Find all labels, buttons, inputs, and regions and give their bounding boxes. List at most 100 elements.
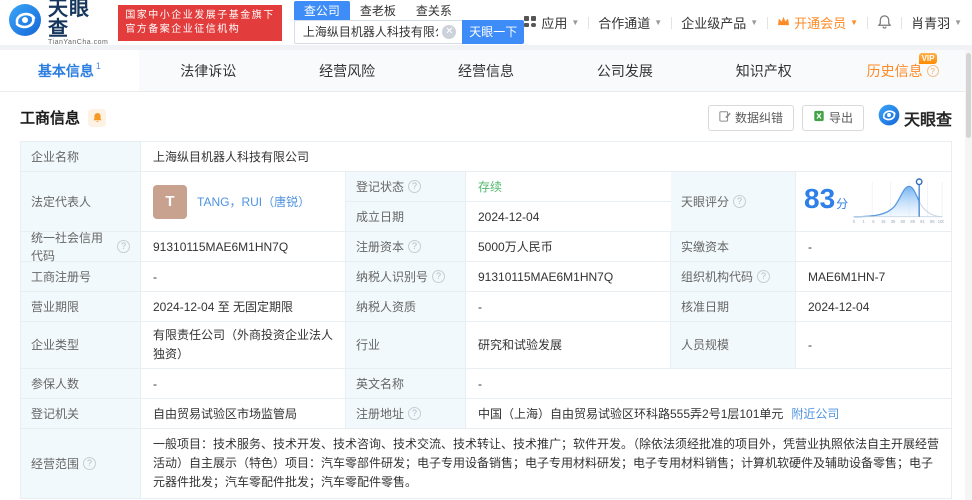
tab-legal-proceedings[interactable]: 法律诉讼 xyxy=(139,50,278,91)
section-header: 工商信息 数据纠错 导出 xyxy=(20,104,952,131)
legal-rep-link[interactable]: TANG，RUI（唐锐） xyxy=(197,193,310,211)
search-tab-company[interactable]: 查公司 xyxy=(294,1,350,20)
scrollbar-thumb[interactable] xyxy=(966,53,971,138)
question-icon[interactable]: ? xyxy=(757,270,770,283)
logo-text: 天眼查 TianYanCha.com xyxy=(48,0,108,46)
taxpayer-id-label: 纳税人识别号 xyxy=(356,268,428,286)
score-distribution-chart: 0 1 5 15 35 60 80 91 99 100 xyxy=(852,175,944,229)
tianyancha-logo[interactable]: 天眼查 TianYanCha.com xyxy=(8,0,108,46)
vip-badge: VIP xyxy=(919,53,938,64)
nav-apps[interactable]: 应用 ▼ xyxy=(524,13,579,32)
question-icon[interactable]: ? xyxy=(117,240,130,253)
reg-address-label-cell: 注册地址 ? xyxy=(346,399,466,428)
divider xyxy=(767,17,768,29)
search-button[interactable]: 天眼一下 xyxy=(462,20,524,44)
score-label-cell: 天眼评分 ? xyxy=(671,172,796,231)
table-row: 法定代表人 T TANG，RUI（唐锐） 登记状态 ? 存续 成立日期 xyxy=(21,172,951,232)
grid-icon xyxy=(524,15,537,31)
credit-code-label-cell: 统一社会信用代码 ? xyxy=(21,232,141,261)
org-code-value: MAE6M1HN-7 xyxy=(796,262,951,291)
tab-operating-info[interactable]: 经营信息 xyxy=(417,50,556,91)
logo-domain: TianYanCha.com xyxy=(48,39,108,46)
logo-title: 天眼查 xyxy=(48,0,108,39)
tab-ip-label: 知识产权 xyxy=(736,61,792,81)
svg-text:35: 35 xyxy=(891,219,896,224)
credit-code-label: 统一社会信用代码 xyxy=(31,229,113,265)
chevron-down-icon: ▼ xyxy=(654,18,662,27)
question-icon[interactable]: ? xyxy=(733,195,746,208)
tab-basic-info[interactable]: 基本信息 1 xyxy=(0,50,139,91)
company-tabs: 基本信息 1 法律诉讼 经营风险 经营信息 公司发展 知识产权 VIP 历史信息… xyxy=(0,50,972,92)
nav-enterprise-products[interactable]: 企业级产品 ▼ xyxy=(681,13,758,32)
company-name-label: 企业名称 xyxy=(21,142,141,171)
status-date-stack: 登记状态 ? 存续 成立日期 2024-12-04 xyxy=(346,172,671,231)
svg-text:1: 1 xyxy=(863,219,866,224)
reg-address-cell: 中国（上海）自由贸易试验区环科路555弄2号1层101单元 附近公司 xyxy=(466,399,951,428)
table-row: 登记机关 自由贸易试验区市场监管局 注册地址 ? 中国（上海）自由贸易试验区环科… xyxy=(21,399,951,429)
tianyancha-logo-icon xyxy=(8,3,42,42)
tab-basic-count: 1 xyxy=(96,61,101,71)
reg-status-value: 存续 xyxy=(466,172,671,201)
export-button[interactable]: 导出 xyxy=(802,105,864,131)
certification-badge: 国家中小企业发展子基金旗下 官方备案企业征信机构 xyxy=(118,5,282,41)
score-value-wrap: 83分 xyxy=(804,184,848,219)
table-row: 统一社会信用代码 ? 91310115MAE6M1HN7Q 注册资本 ? 500… xyxy=(21,232,951,262)
export-label: 导出 xyxy=(829,109,853,126)
top-header: 天眼查 TianYanCha.com 国家中小企业发展子基金旗下 官方备案企业征… xyxy=(0,0,972,45)
nav-open-membership[interactable]: 开通会员 ▼ xyxy=(777,13,858,32)
chevron-down-icon: ▼ xyxy=(750,18,758,27)
avatar[interactable]: T xyxy=(153,185,187,219)
search-tab-relation[interactable]: 查关系 xyxy=(406,1,462,20)
divider xyxy=(901,17,902,29)
question-icon[interactable]: ? xyxy=(408,180,421,193)
edit-icon xyxy=(719,110,731,125)
help-icon[interactable]: ? xyxy=(927,65,939,77)
data-correction-button[interactable]: 数据纠错 xyxy=(708,105,794,131)
search-tabs: 查公司 查老板 查关系 xyxy=(294,2,525,20)
username-label: 肖青羽 xyxy=(911,13,950,32)
business-info-table: 企业名称 上海纵目机器人科技有限公司 法定代表人 T TANG，RUI（唐锐） … xyxy=(20,141,952,499)
subscribe-bell-icon[interactable] xyxy=(88,109,106,127)
user-menu[interactable]: 肖青羽 ▼ xyxy=(911,13,962,32)
search-input[interactable] xyxy=(294,20,463,44)
nav-partner-label: 合作通道 xyxy=(598,13,650,32)
tab-company-development[interactable]: 公司发展 xyxy=(555,50,694,91)
question-icon[interactable]: ? xyxy=(83,457,96,470)
establish-date-value: 2024-12-04 xyxy=(466,202,671,231)
tab-intellectual-property[interactable]: 知识产权 xyxy=(694,50,833,91)
industry-label: 行业 xyxy=(346,322,466,368)
reg-address-label: 注册地址 xyxy=(356,405,404,423)
business-scope-label-cell: 经营范围 ? xyxy=(21,429,141,498)
reg-number-value: - xyxy=(141,262,346,291)
certification-badge-line2: 官方备案企业征信机构 xyxy=(125,23,275,37)
approval-date-value: 2024-12-04 xyxy=(796,292,951,321)
business-term-value: 2024-12-04 至 无固定期限 xyxy=(141,292,346,321)
tianyancha-watermark-text: 天眼查 xyxy=(904,106,952,130)
export-file-icon xyxy=(813,110,825,125)
table-row: 经营范围 ? 一般项目：技术服务、技术开发、技术咨询、技术交流、技术转让、技术推… xyxy=(21,429,951,498)
taxpayer-id-label-cell: 纳税人识别号 ? xyxy=(346,262,466,291)
legal-rep-label: 法定代表人 xyxy=(21,172,141,231)
tab-operation-label: 经营信息 xyxy=(458,61,514,81)
nearby-companies-link[interactable]: 附近公司 xyxy=(791,405,839,423)
tab-risk-label: 经营风险 xyxy=(319,61,375,81)
chevron-down-icon: ▼ xyxy=(954,18,962,27)
notifications-button[interactable] xyxy=(877,14,892,32)
divider xyxy=(671,17,672,29)
english-name-value: - xyxy=(466,369,951,398)
clear-icon[interactable]: ✕ xyxy=(442,25,456,39)
certification-badge-line1: 国家中小企业发展子基金旗下 xyxy=(125,9,275,23)
company-type-label: 企业类型 xyxy=(21,322,141,368)
industry-value: 研究和试验发展 xyxy=(466,322,671,368)
staff-size-value: - xyxy=(796,322,951,368)
tab-history-info[interactable]: VIP 历史信息 ? xyxy=(833,50,972,91)
vertical-scrollbar[interactable] xyxy=(965,50,972,500)
section-actions: 数据纠错 导出 xyxy=(708,104,952,131)
question-icon[interactable]: ? xyxy=(408,407,421,420)
search-tab-boss[interactable]: 查老板 xyxy=(350,1,406,20)
tab-operating-risk[interactable]: 经营风险 xyxy=(278,50,417,91)
question-icon[interactable]: ? xyxy=(432,270,445,283)
paid-capital-value: - xyxy=(796,232,951,261)
question-icon[interactable]: ? xyxy=(408,240,421,253)
nav-partner-channel[interactable]: 合作通道 ▼ xyxy=(598,13,662,32)
